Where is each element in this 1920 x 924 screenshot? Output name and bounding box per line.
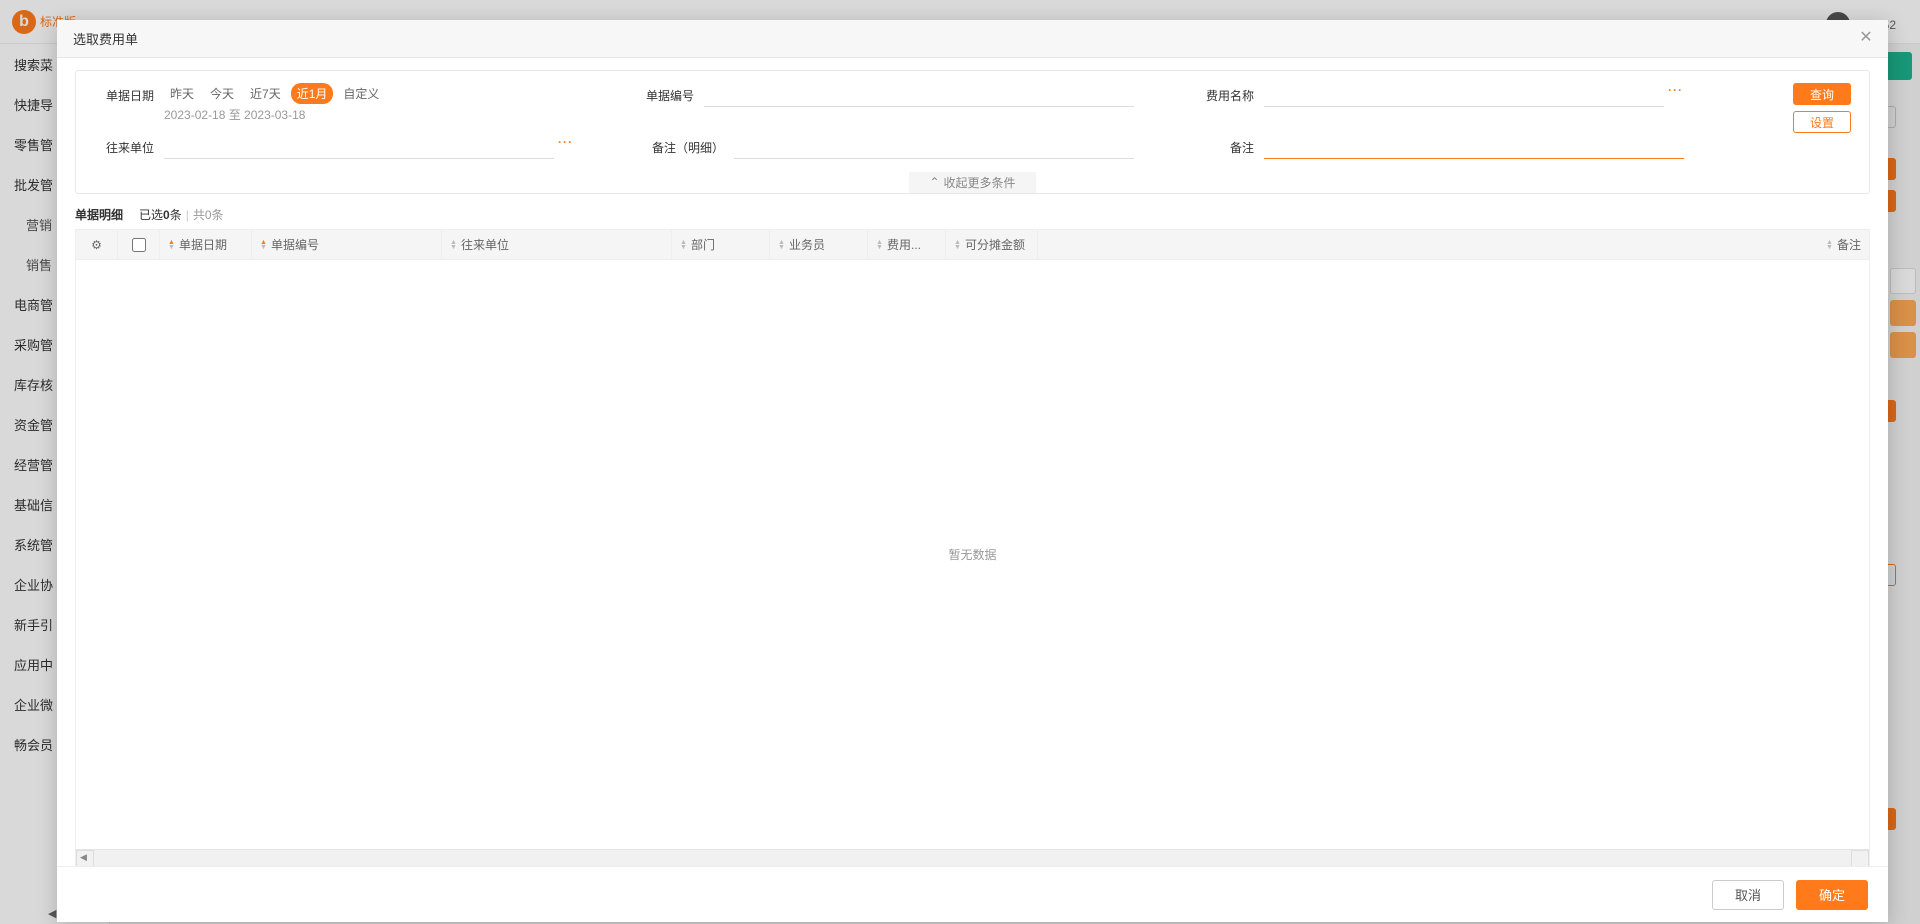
partner-input[interactable] bbox=[164, 135, 554, 159]
sort-icon: ▲▼ bbox=[876, 240, 883, 250]
detail-title: 单据明细 bbox=[75, 206, 123, 223]
collapse-bar: ⌃ 收起更多条件 bbox=[94, 171, 1851, 193]
preset-custom[interactable]: 自定义 bbox=[337, 83, 385, 104]
filter-date-label: 单据日期 bbox=[94, 83, 154, 104]
table-checkbox-column bbox=[118, 230, 160, 259]
fee-name-ellipsis-icon[interactable]: ··· bbox=[1664, 83, 1687, 97]
scroll-right-icon: ▶ bbox=[1858, 852, 1865, 863]
col-note[interactable]: ▲▼ 备注 bbox=[1038, 230, 1869, 259]
col-fee[interactable]: ▲▼ 费用... bbox=[868, 230, 946, 259]
preset-today[interactable]: 今天 bbox=[204, 83, 240, 104]
table-header: ⚙ ▲▼ 单据日期 ▲▼ 单据编号 ▲▼ 往来单位 bbox=[76, 230, 1869, 260]
filter-note-label: 备注 bbox=[1194, 135, 1254, 156]
filter-feename-label: 费用名称 bbox=[1194, 83, 1254, 104]
detail-header: 单据明细 已选0条 | 共0条 bbox=[75, 206, 1870, 223]
preset-last-month[interactable]: 近1月 bbox=[291, 83, 334, 104]
col-dept[interactable]: ▲▼ 部门 bbox=[672, 230, 770, 259]
col-date[interactable]: ▲▼ 单据日期 bbox=[160, 230, 252, 259]
date-presets: 昨天 今天 近7天 近1月 自定义 2023-02-18 至 2023-03-1… bbox=[164, 83, 385, 123]
note-input[interactable] bbox=[1264, 135, 1684, 159]
table-settings-column[interactable]: ⚙ bbox=[76, 230, 118, 259]
sort-icon: ▲▼ bbox=[680, 240, 687, 250]
note-detail-input[interactable] bbox=[734, 135, 1134, 159]
chevron-up-icon: ⌃ bbox=[929, 175, 939, 189]
fee-name-input[interactable] bbox=[1264, 83, 1664, 107]
modal-title: 选取费用单 bbox=[73, 29, 138, 48]
doc-no-input[interactable] bbox=[704, 83, 1134, 107]
close-icon[interactable]: ✕ bbox=[1856, 28, 1876, 48]
col-amount[interactable]: ▲▼ 可分摊金额 bbox=[946, 230, 1038, 259]
select-all-checkbox[interactable] bbox=[132, 238, 146, 252]
modal-footer: 取消 确定 bbox=[57, 866, 1888, 922]
detail-total: 共0条 bbox=[193, 206, 224, 223]
query-button[interactable]: 查询 bbox=[1793, 83, 1851, 105]
settings-button[interactable]: 设置 bbox=[1793, 111, 1851, 133]
preset-yesterday[interactable]: 昨天 bbox=[164, 83, 200, 104]
detail-selected: 已选0条 bbox=[139, 206, 182, 223]
table: ⚙ ▲▼ 单据日期 ▲▼ 单据编号 ▲▼ 往来单位 bbox=[75, 229, 1870, 866]
filter-panel: 查询 设置 单据日期 昨天 今天 近7天 近1月 自定义 bbox=[75, 70, 1870, 194]
modal-header: 选取费用单 ✕ bbox=[57, 20, 1888, 58]
modal-overlay: 选取费用单 ✕ 查询 设置 单据日期 昨天 今天 近7天 bbox=[0, 0, 1920, 924]
confirm-button[interactable]: 确定 bbox=[1796, 880, 1868, 910]
col-partner[interactable]: ▲▼ 往来单位 bbox=[442, 230, 672, 259]
table-empty: 暂无数据 bbox=[76, 260, 1869, 849]
col-doc-no[interactable]: ▲▼ 单据编号 bbox=[252, 230, 442, 259]
sort-icon: ▲▼ bbox=[450, 240, 457, 250]
sort-icon: ▲▼ bbox=[168, 240, 175, 250]
empty-text: 暂无数据 bbox=[948, 546, 996, 563]
sort-icon: ▲▼ bbox=[954, 240, 961, 250]
filter-partner-label: 往来单位 bbox=[94, 135, 154, 156]
gear-icon: ⚙ bbox=[91, 238, 102, 252]
col-biz[interactable]: ▲▼ 业务员 bbox=[770, 230, 868, 259]
separator: | bbox=[182, 208, 193, 222]
horizontal-scrollbar[interactable]: ◀ ▶ bbox=[76, 849, 1869, 865]
modal-body: 查询 设置 单据日期 昨天 今天 近7天 近1月 自定义 bbox=[57, 58, 1888, 866]
modal-select-expense: 选取费用单 ✕ 查询 设置 单据日期 昨天 今天 近7天 bbox=[57, 20, 1888, 922]
filter-note-detail-label: 备注（明细） bbox=[634, 135, 724, 156]
filter-actions: 查询 设置 bbox=[1793, 83, 1851, 133]
cancel-button[interactable]: 取消 bbox=[1712, 880, 1784, 910]
sort-icon: ▲▼ bbox=[778, 240, 785, 250]
sort-icon: ▲▼ bbox=[260, 240, 267, 250]
scroll-left-icon: ◀ bbox=[80, 852, 87, 863]
sort-icon: ▲▼ bbox=[1826, 240, 1833, 250]
filter-docno-label: 单据编号 bbox=[634, 83, 694, 104]
date-range-text: 2023-02-18 至 2023-03-18 bbox=[164, 106, 385, 123]
collapse-text: 收起更多条件 bbox=[944, 174, 1016, 191]
collapse-toggle[interactable]: ⌃ 收起更多条件 bbox=[909, 172, 1035, 193]
preset-last7[interactable]: 近7天 bbox=[244, 83, 287, 104]
partner-ellipsis-icon[interactable]: ··· bbox=[554, 135, 577, 149]
